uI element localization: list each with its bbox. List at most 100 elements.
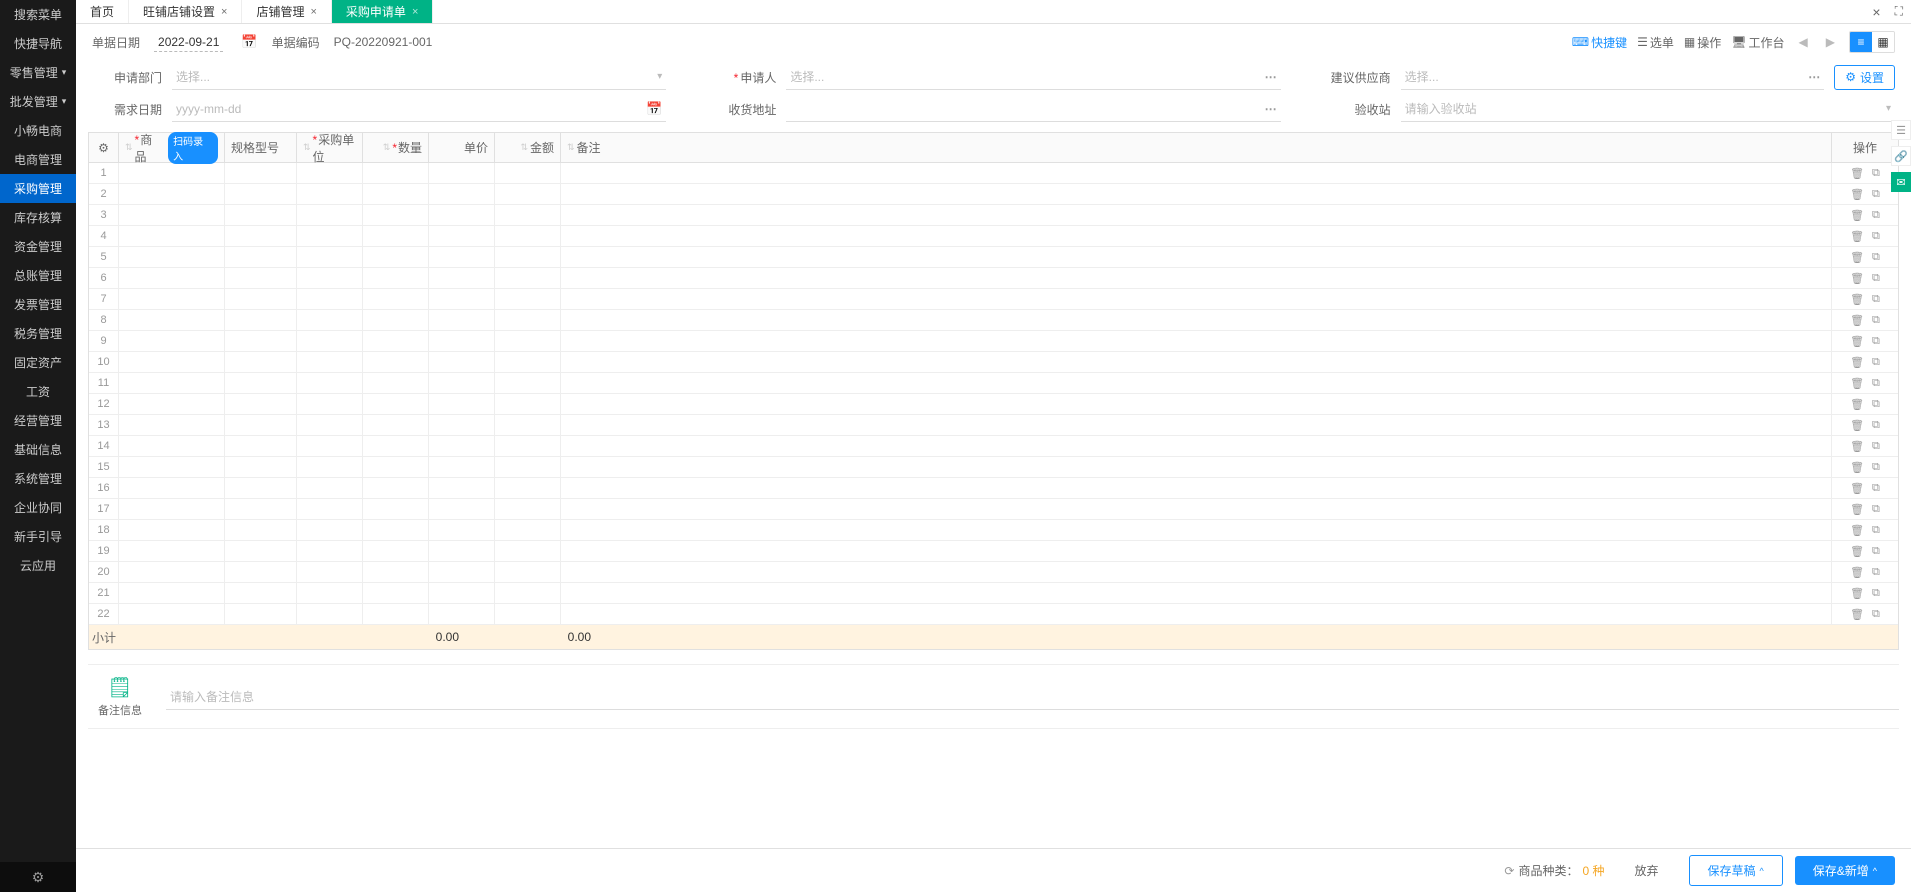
delete-icon[interactable]: 🗑 (1850, 356, 1864, 369)
table-row[interactable]: 13🗑⧉ (89, 415, 1898, 436)
table-row[interactable]: 12🗑⧉ (89, 394, 1898, 415)
sidebar-item-2[interactable]: 零售管理▾ (0, 58, 76, 87)
close-icon[interactable]: × (221, 6, 227, 18)
tab-2[interactable]: 店铺管理× (242, 0, 331, 23)
need-date-input[interactable]: yyyy-mm-dd 📅 (172, 96, 666, 122)
delete-icon[interactable]: 🗑 (1850, 335, 1864, 348)
table-row[interactable]: 18🗑⧉ (89, 520, 1898, 541)
tab-0[interactable]: 首页 (76, 0, 129, 23)
copy-icon[interactable]: ⧉ (1872, 566, 1880, 579)
delete-icon[interactable]: 🗑 (1850, 503, 1864, 516)
sidebar-item-1[interactable]: 快捷导航 (0, 29, 76, 58)
col-note[interactable]: ⇅备注 (561, 133, 1832, 162)
table-row[interactable]: 9🗑⧉ (89, 331, 1898, 352)
copy-icon[interactable]: ⧉ (1872, 356, 1880, 369)
delete-icon[interactable]: 🗑 (1850, 314, 1864, 327)
table-row[interactable]: 1🗑⧉ (89, 163, 1898, 184)
copy-icon[interactable]: ⧉ (1872, 293, 1880, 306)
calendar-icon[interactable]: 📅 (241, 34, 257, 50)
table-row[interactable]: 10🗑⧉ (89, 352, 1898, 373)
prev-icon[interactable]: ◀ (1795, 35, 1812, 49)
col-qty[interactable]: ⇅数量 (363, 133, 429, 162)
delete-icon[interactable]: 🗑 (1850, 482, 1864, 495)
table-row[interactable]: 2🗑⧉ (89, 184, 1898, 205)
refresh-icon[interactable]: ⟳ (1504, 864, 1514, 878)
col-product[interactable]: ⇅商品扫码录入 (119, 133, 225, 162)
delete-icon[interactable]: 🗑 (1850, 398, 1864, 411)
sidebar-item-17[interactable]: 企业协同 (0, 493, 76, 522)
delete-icon[interactable]: 🗑 (1850, 167, 1864, 180)
rail-attach-icon[interactable]: 🔗 (1891, 146, 1911, 166)
delete-icon[interactable]: 🗑 (1850, 188, 1864, 201)
copy-icon[interactable]: ⧉ (1872, 503, 1880, 516)
copy-icon[interactable]: ⧉ (1872, 440, 1880, 453)
sidebar-item-8[interactable]: 资金管理 (0, 232, 76, 261)
tab-1[interactable]: 旺铺店铺设置× (129, 0, 242, 23)
col-price[interactable]: 单价 (429, 133, 495, 162)
delete-icon[interactable]: 🗑 (1850, 587, 1864, 600)
settings-gear-icon[interactable]: ⚙ (32, 869, 45, 886)
sidebar-item-16[interactable]: 系统管理 (0, 464, 76, 493)
copy-icon[interactable]: ⧉ (1872, 461, 1880, 474)
tab-3[interactable]: 采购申请单× (332, 0, 433, 23)
calendar-icon[interactable]: 📅 (646, 101, 662, 117)
table-row[interactable]: 3🗑⧉ (89, 205, 1898, 226)
copy-icon[interactable]: ⧉ (1872, 251, 1880, 264)
delete-icon[interactable]: 🗑 (1850, 272, 1864, 285)
table-row[interactable]: 7🗑⧉ (89, 289, 1898, 310)
save-draft-button[interactable]: 保存草稿^ (1689, 855, 1783, 886)
addr-select[interactable]: ⋯ (786, 96, 1280, 122)
view-grid-button[interactable]: ▦ (1872, 32, 1894, 52)
delete-icon[interactable]: 🗑 (1850, 251, 1864, 264)
sidebar-item-11[interactable]: 税务管理 (0, 319, 76, 348)
sidebar-item-6[interactable]: 采购管理 (0, 174, 76, 203)
sidebar-item-4[interactable]: 小畅电商 (0, 116, 76, 145)
copy-icon[interactable]: ⧉ (1872, 209, 1880, 222)
col-amount[interactable]: ⇅金额 (495, 133, 561, 162)
person-select[interactable]: 选择...⋯ (786, 64, 1280, 90)
settings-button[interactable]: ⚙设置 (1834, 65, 1895, 90)
rail-chat-icon[interactable]: ✉ (1891, 172, 1911, 192)
sidebar-item-19[interactable]: 云应用 (0, 551, 76, 580)
sidebar-item-12[interactable]: 固定资产 (0, 348, 76, 377)
save-new-button[interactable]: 保存&新增^ (1795, 856, 1895, 885)
copy-icon[interactable]: ⧉ (1872, 377, 1880, 390)
col-spec[interactable]: 规格型号 (225, 133, 297, 162)
workbench-action[interactable]: 🖥工作台 (1731, 34, 1784, 51)
dept-select[interactable]: 选择...▾ (172, 64, 666, 90)
delete-icon[interactable]: 🗑 (1850, 461, 1864, 474)
delete-icon[interactable]: 🗑 (1850, 524, 1864, 537)
copy-icon[interactable]: ⧉ (1872, 545, 1880, 558)
copy-icon[interactable]: ⧉ (1872, 524, 1880, 537)
sidebar-item-3[interactable]: 批发管理▾ (0, 87, 76, 116)
table-row[interactable]: 6🗑⧉ (89, 268, 1898, 289)
copy-icon[interactable]: ⧉ (1872, 314, 1880, 327)
copy-icon[interactable]: ⧉ (1872, 587, 1880, 600)
checker-input[interactable]: 请输入验收站▾ (1401, 96, 1895, 122)
sidebar-item-15[interactable]: 基础信息 (0, 435, 76, 464)
shortcut-action[interactable]: ⌨快捷键 (1572, 34, 1627, 51)
copy-icon[interactable]: ⧉ (1872, 335, 1880, 348)
memo-input[interactable]: 请输入备注信息 (166, 684, 1899, 710)
sidebar-item-13[interactable]: 工资 (0, 377, 76, 406)
fullscreen-icon[interactable]: ⛶ (1895, 4, 1903, 19)
table-row[interactable]: 20🗑⧉ (89, 562, 1898, 583)
supplier-select[interactable]: 选择...⋯ (1401, 64, 1825, 90)
delete-icon[interactable]: 🗑 (1850, 230, 1864, 243)
next-icon[interactable]: ▶ (1822, 35, 1839, 49)
sidebar-item-14[interactable]: 经营管理 (0, 406, 76, 435)
table-row[interactable]: 4🗑⧉ (89, 226, 1898, 247)
column-settings-icon[interactable]: ⚙ (89, 133, 119, 162)
table-row[interactable]: 21🗑⧉ (89, 583, 1898, 604)
date-value[interactable]: 2022-09-21 (154, 33, 223, 52)
table-row[interactable]: 19🗑⧉ (89, 541, 1898, 562)
table-row[interactable]: 22🗑⧉ (89, 604, 1898, 625)
view-list-button[interactable]: ≡ (1850, 32, 1872, 52)
discard-button[interactable]: 放弃 (1616, 856, 1676, 885)
select-action[interactable]: ☰选单 (1637, 34, 1674, 51)
sidebar-item-10[interactable]: 发票管理 (0, 290, 76, 319)
table-row[interactable]: 8🗑⧉ (89, 310, 1898, 331)
delete-icon[interactable]: 🗑 (1850, 209, 1864, 222)
sidebar-item-9[interactable]: 总账管理 (0, 261, 76, 290)
delete-icon[interactable]: 🗑 (1850, 566, 1864, 579)
